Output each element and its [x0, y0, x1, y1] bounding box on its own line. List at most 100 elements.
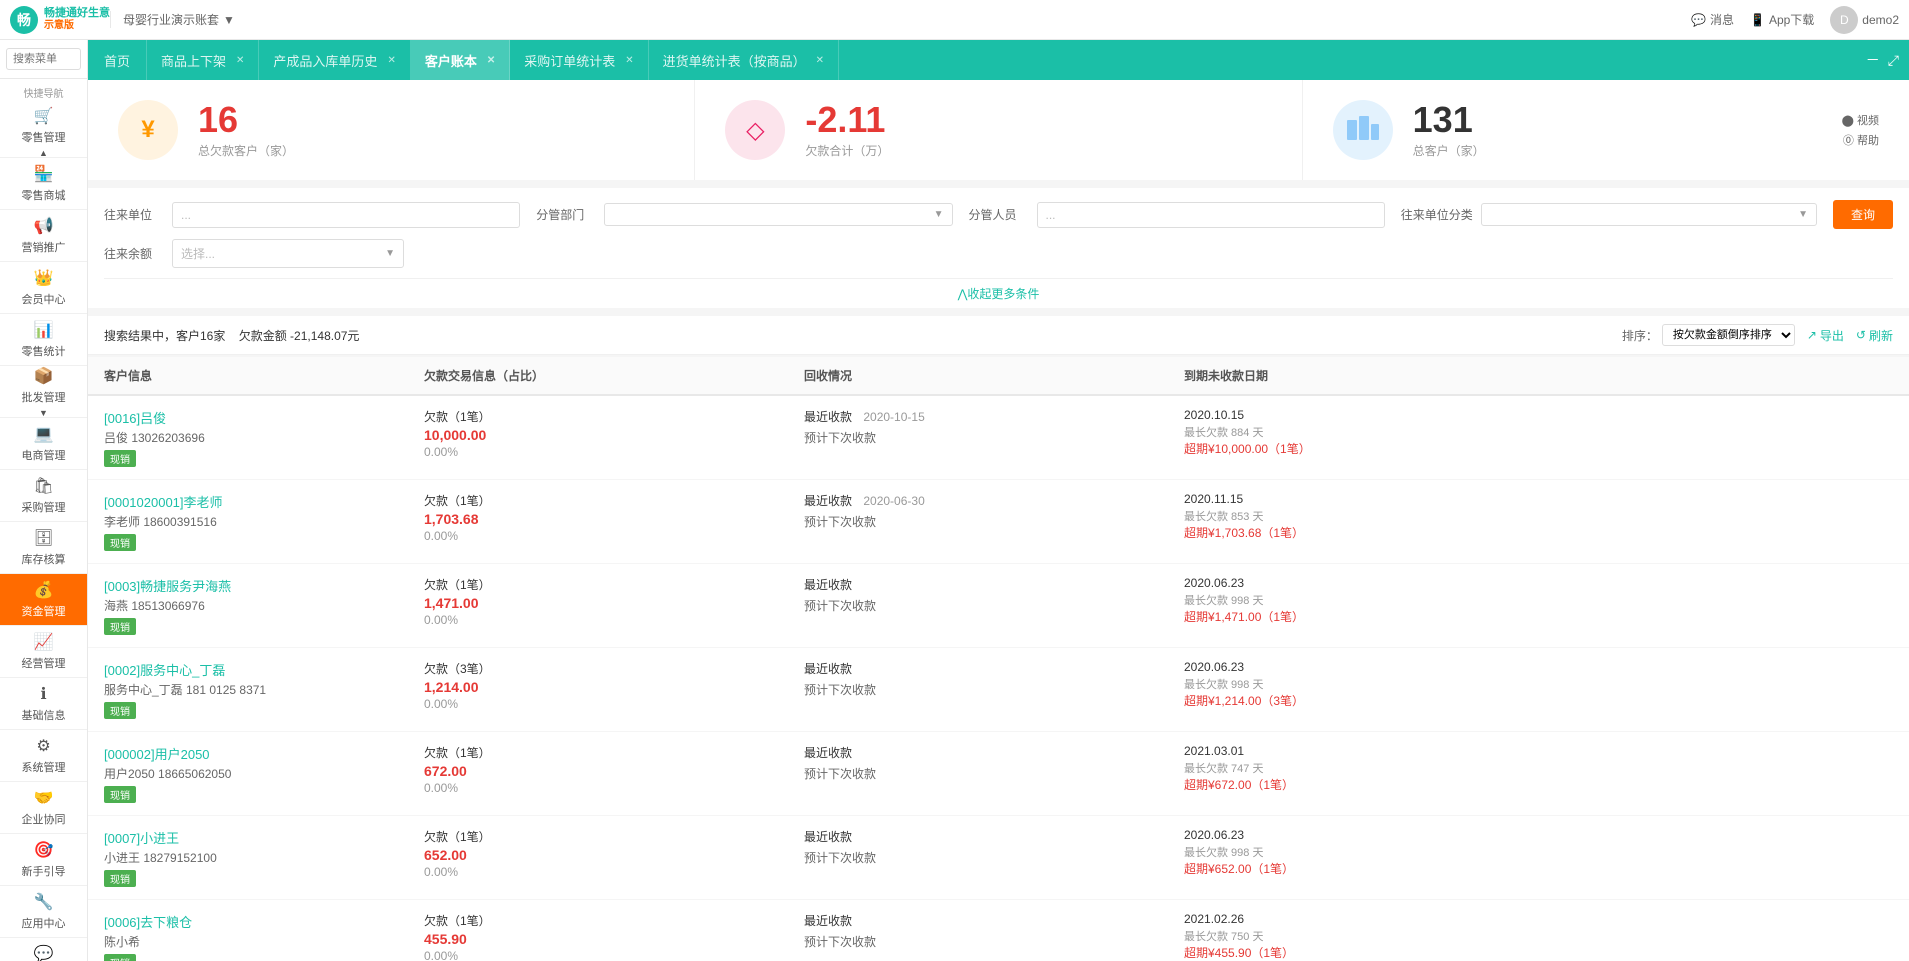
customer-info-cell: [0006]去下粮仓 陈小希 现销	[104, 912, 424, 961]
customer-name[interactable]: [000002]用户2050	[104, 744, 424, 763]
help-link[interactable]: ⓪ 帮助	[1843, 132, 1879, 148]
customer-info-cell: [0001020001]李老师 李老师 18600391516 现销	[104, 492, 424, 551]
sidebar-item-purchase[interactable]: 🛍 采购管理	[0, 470, 87, 522]
main-content: ¥ 16 总欠款客户（家） ◇ -2.11 欠款合计（万）	[88, 80, 1909, 961]
sidebar-item-wholesale[interactable]: 📦 批发管理 ▼	[0, 366, 87, 418]
overdue-days: 最长欠款 853 天	[1184, 508, 1893, 524]
sidebar-item-retail-mall[interactable]: 🏪 零售商城	[0, 158, 87, 210]
sort-select[interactable]: 按欠款金额倒序排序	[1662, 324, 1795, 346]
total-customers-info: 131 总客户（家）	[1413, 102, 1485, 159]
customer-name[interactable]: [0007]小进王	[104, 828, 424, 847]
dept-select[interactable]: ▼	[604, 203, 952, 226]
debt-amount[interactable]: 1,214.00	[424, 679, 804, 695]
debt-amount[interactable]: 672.00	[424, 763, 804, 779]
summary-card-total-debt: ◇ -2.11 欠款合计（万）	[695, 80, 1302, 180]
tab-close-icon[interactable]: ✕	[487, 55, 495, 66]
debtors-info: 16 总欠款客户（家）	[198, 102, 294, 159]
customer-phone: 用户2050 18665062050	[104, 765, 424, 782]
logo-area: 畅 畅捷通好生意 示意版	[10, 6, 110, 34]
video-link[interactable]: ⬤ 视频	[1842, 112, 1879, 128]
app-download-btn[interactable]: 📱 App下载	[1750, 11, 1814, 28]
refresh-button[interactable]: ↺ 刷新	[1856, 327, 1893, 344]
overdue-amount[interactable]: 超期¥1,214.00（3笔）	[1184, 692, 1893, 709]
filter-row-1: 往来单位 ... 分管部门 ▼	[104, 200, 1893, 229]
export-button[interactable]: ↗ 导出	[1807, 327, 1844, 344]
sidebar-item-system[interactable]: ⚙ 系统管理	[0, 730, 87, 782]
debt-amount[interactable]: 10,000.00	[424, 427, 804, 443]
overdue-days: 最长欠款 998 天	[1184, 844, 1893, 860]
overdue-amount[interactable]: 超期¥672.00（1笔）	[1184, 776, 1893, 793]
unit-cat-select[interactable]: ▼	[1481, 203, 1817, 226]
retail-mall-icon: 🏪	[34, 164, 54, 184]
tab-close-icon[interactable]: ✕	[387, 55, 395, 66]
overdue-cell: 2020.06.23 最长欠款 998 天 超期¥1,471.00（1笔）	[1184, 576, 1893, 625]
summary-card-total-customers: 131 总客户（家） ⬤ 视频 ⓪ 帮助	[1303, 80, 1909, 180]
user-menu-btn[interactable]: D demo2	[1830, 6, 1899, 34]
collection-cell: 最近收款 预计下次收款	[804, 576, 1184, 614]
sidebar-item-finance[interactable]: 💰 资金管理	[0, 574, 87, 626]
system-selector[interactable]: 母婴行业演示账套 ▼	[110, 11, 247, 28]
customer-tag: 现销	[104, 618, 136, 635]
tab-close-icon[interactable]: ✕	[625, 55, 633, 66]
query-button[interactable]: 查询	[1833, 200, 1893, 229]
overdue-amount[interactable]: 超期¥1,703.68（1笔）	[1184, 524, 1893, 541]
filter-from-unit: 往来单位 ...	[104, 202, 520, 228]
customer-name[interactable]: [0006]去下粮仓	[104, 912, 424, 931]
tab-goods[interactable]: 商品上下架 ✕	[147, 40, 259, 80]
customer-phone: 小进王 18279152100	[104, 849, 424, 866]
sidebar-item-wechat[interactable]: 💬 企业微信	[0, 938, 87, 961]
overdue-amount[interactable]: 超期¥652.00（1笔）	[1184, 860, 1893, 877]
debt-amount[interactable]: 1,703.68	[424, 511, 804, 527]
sidebar-item-retail-mgmt[interactable]: 🛒 零售管理 ▲	[0, 106, 87, 158]
customer-info-cell: [0002]服务中心_丁磊 服务中心_丁磊 181 0125 8371 现销	[104, 660, 424, 719]
sidebar-item-ecommerce[interactable]: 💻 电商管理	[0, 418, 87, 470]
balance-label: 往来余额	[104, 245, 164, 262]
search-input[interactable]	[6, 48, 81, 70]
debt-amount[interactable]: 1,471.00	[424, 595, 804, 611]
message-btn[interactable]: 💬 消息	[1691, 11, 1734, 28]
tab-customer-account[interactable]: 客户账本 ✕	[411, 40, 510, 80]
overdue-amount[interactable]: 超期¥455.90（1笔）	[1184, 944, 1893, 961]
from-unit-input[interactable]: ...	[172, 202, 520, 228]
tab-close-icon[interactable]: ✕	[236, 55, 244, 66]
ecommerce-icon: 💻	[34, 424, 54, 444]
overdue-date: 2020.06.23	[1184, 828, 1893, 842]
customer-name[interactable]: [0001020001]李老师	[104, 492, 424, 511]
debt-amount[interactable]: 455.90	[424, 931, 804, 947]
person-input[interactable]: ...	[1037, 202, 1385, 228]
sidebar-item-members[interactable]: 👑 会员中心	[0, 262, 87, 314]
balance-select[interactable]: 选择... ▼	[172, 239, 404, 268]
tab-purchase-stats[interactable]: 采购订单统计表 ✕	[510, 40, 648, 80]
tab-minimize-icon[interactable]: －	[1866, 50, 1880, 70]
sidebar-item-retail-stats[interactable]: 📊 零售统计	[0, 314, 87, 366]
overdue-amount[interactable]: 超期¥10,000.00（1笔）	[1184, 440, 1893, 457]
tab-production[interactable]: 产成品入库单历史 ✕	[259, 40, 410, 80]
debt-info-cell: 欠款（1笔） 1,471.00 0.00%	[424, 576, 804, 627]
collection-next: 预计下次收款	[804, 933, 1184, 950]
filter-balance: 往来余额 选择... ▼	[104, 239, 404, 268]
collection-label: 最近收款	[804, 662, 852, 676]
sidebar-item-marketing[interactable]: 📢 营销推广	[0, 210, 87, 262]
sidebar-item-enterprise[interactable]: 🤝 企业协同	[0, 782, 87, 834]
debt-amount[interactable]: 652.00	[424, 847, 804, 863]
tab-stock-stats[interactable]: 进货单统计表（按商品） ✕	[649, 40, 839, 80]
sidebar-item-guide[interactable]: 🎯 新手引导	[0, 834, 87, 886]
chevron-up-icon: ⋀	[958, 287, 968, 301]
table-row: [0006]去下粮仓 陈小希 现销 欠款（1笔） 455.90 0.00% 最近…	[88, 900, 1909, 961]
sidebar-item-business[interactable]: 📈 经营管理	[0, 626, 87, 678]
customer-name[interactable]: [0003]畅捷服务尹海燕	[104, 576, 424, 595]
tab-home[interactable]: 首页	[88, 40, 147, 80]
sidebar-item-inventory[interactable]: 🗄 库存核算	[0, 522, 87, 574]
collapse-filters-btn[interactable]: ⋀ 收起更多条件	[104, 278, 1893, 308]
sort-control: 排序： 按欠款金额倒序排序	[1622, 324, 1795, 346]
overdue-amount[interactable]: 超期¥1,471.00（1笔）	[1184, 608, 1893, 625]
customer-name[interactable]: [0002]服务中心_丁磊	[104, 660, 424, 679]
sidebar-item-app-center[interactable]: 🔧 应用中心	[0, 886, 87, 938]
customer-name[interactable]: [0016]吕俊	[104, 408, 424, 427]
sidebar-item-basic-info[interactable]: ℹ 基础信息	[0, 678, 87, 730]
collection-label: 最近收款	[804, 830, 852, 844]
customer-tag: 现销	[104, 534, 136, 551]
tab-close-icon[interactable]: ✕	[816, 55, 824, 66]
debt-percent: 0.00%	[424, 445, 804, 459]
tab-expand-icon[interactable]: ⤢	[1888, 52, 1899, 69]
